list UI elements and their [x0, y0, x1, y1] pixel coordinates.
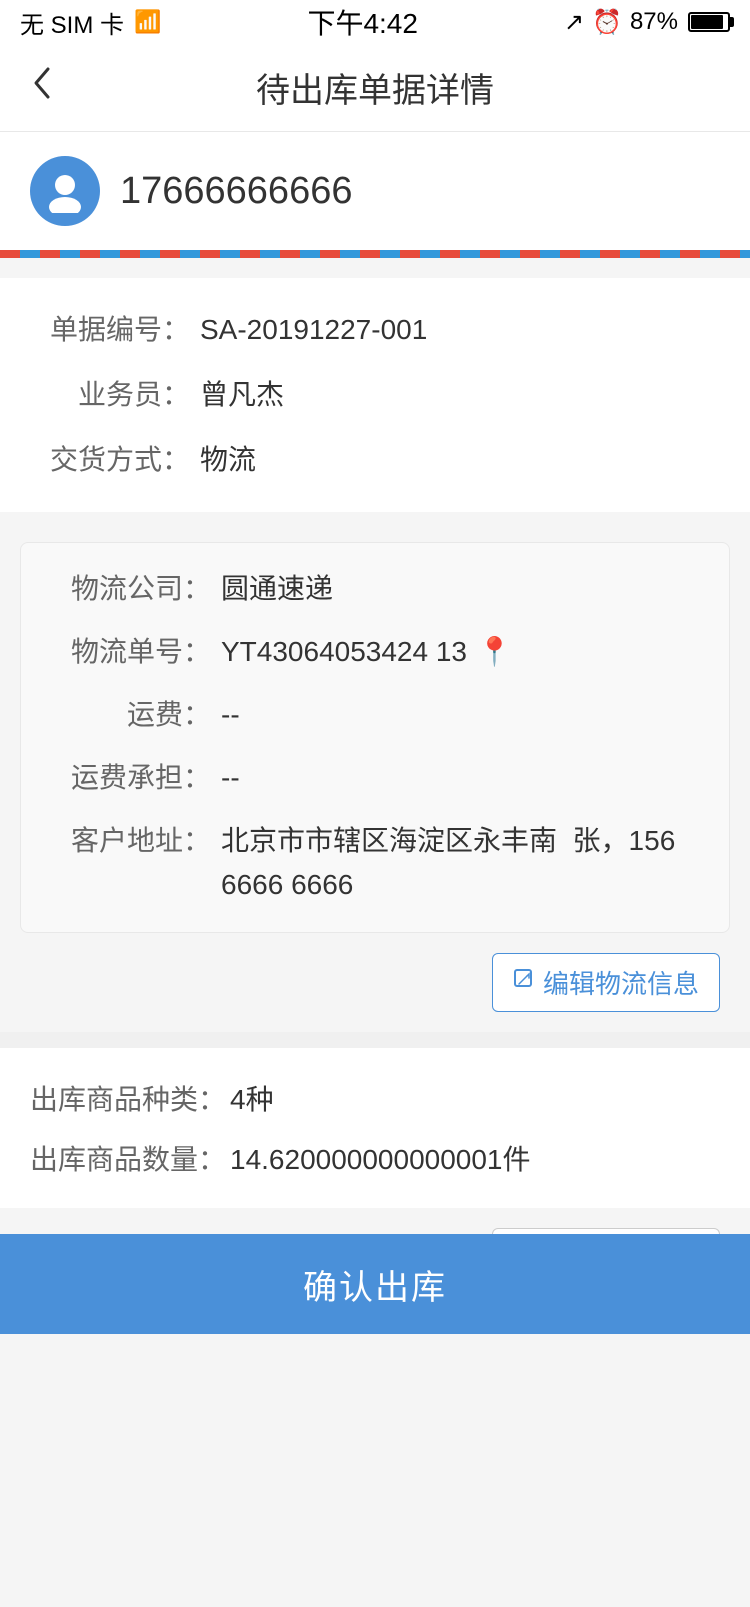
- status-right: ↗ ⏰ 87%: [564, 8, 730, 37]
- logistics-freight-bearer-value: --: [221, 756, 699, 801]
- goods-quantity-value: 14.620000000000001件: [230, 1138, 531, 1178]
- dashed-divider: [0, 250, 750, 258]
- logistics-tracking-value: YT43064053424 13 📍: [221, 630, 699, 675]
- edit-btn-row: 编辑物流信息: [0, 953, 750, 1032]
- goods-types-label: 出库商品种类：: [30, 1078, 230, 1118]
- logistics-freight-bearer-label: 运费承担：: [51, 756, 211, 801]
- status-time: 下午4:42: [307, 2, 418, 42]
- tracking-location-icon[interactable]: 📍: [477, 630, 512, 675]
- logistics-tracking-row: 物流单号： YT43064053424 13 📍: [51, 630, 699, 675]
- status-left: 无 SIM 卡 📶: [20, 5, 161, 40]
- battery-bar: [688, 12, 730, 32]
- logistics-company-value: 圆通速递: [221, 567, 699, 612]
- logistics-address-row: 客户地址： 北京市市辖区海淀区永丰南 张，156 6666 6666: [51, 819, 699, 909]
- status-bar: 无 SIM 卡 📶 下午4:42 ↗ ⏰ 87%: [0, 0, 750, 44]
- bottom-spacer: [0, 1307, 750, 1507]
- location-icon: ↗: [564, 8, 584, 37]
- page-title: 待出库单据详情: [256, 63, 494, 112]
- confirm-outbound-button[interactable]: 确认出库: [0, 1234, 750, 1334]
- sales-person-label: 业务员：: [30, 373, 190, 418]
- logistics-company-row: 物流公司： 圆通速递: [51, 567, 699, 612]
- alarm-icon: ⏰: [592, 8, 622, 37]
- battery-fill: [691, 15, 723, 29]
- logistics-company-label: 物流公司：: [51, 567, 211, 612]
- logistics-address-label: 客户地址：: [51, 819, 211, 864]
- logistics-address-value: 北京市市辖区海淀区永丰南 张，156 6666 6666: [221, 819, 699, 909]
- doc-number-row: 单据编号： SA-20191227-001: [30, 308, 720, 353]
- logistics-tracking-label: 物流单号：: [51, 630, 211, 675]
- logistics-freight-value: --: [221, 693, 699, 738]
- battery-percent: 87%: [630, 8, 678, 36]
- logistics-freight-row: 运费： --: [51, 693, 699, 738]
- user-header: 17666666666: [0, 132, 750, 250]
- edit-icon: [513, 968, 535, 997]
- basic-info-section: 单据编号： SA-20191227-001 业务员： 曾凡杰 交货方式： 物流: [0, 278, 750, 512]
- doc-number-value: SA-20191227-001: [200, 308, 720, 353]
- doc-number-label: 单据编号：: [30, 308, 190, 353]
- goods-types-value: 4种: [230, 1078, 274, 1118]
- sales-person-row: 业务员： 曾凡杰: [30, 373, 720, 418]
- goods-types-row: 出库商品种类： 4种: [30, 1078, 720, 1118]
- goods-section: 出库商品种类： 4种 出库商品数量： 14.620000000000001件: [0, 1048, 750, 1208]
- carrier-text: 无 SIM 卡: [20, 5, 124, 40]
- nav-bar: 待出库单据详情: [0, 44, 750, 132]
- delivery-method-label: 交货方式：: [30, 438, 190, 483]
- goods-quantity-label: 出库商品数量：: [30, 1138, 230, 1178]
- user-phone: 17666666666: [120, 170, 352, 213]
- logistics-freight-bearer-row: 运费承担： --: [51, 756, 699, 801]
- sales-person-value: 曾凡杰: [200, 373, 720, 418]
- edit-btn-label: 编辑物流信息: [543, 964, 699, 1001]
- delivery-method-value: 物流: [200, 438, 720, 483]
- section-divider: [0, 1032, 750, 1048]
- logistics-card: 物流公司： 圆通速递 物流单号： YT43064053424 13 📍 运费： …: [20, 542, 730, 933]
- back-button[interactable]: [30, 65, 54, 110]
- delivery-method-row: 交货方式： 物流: [30, 438, 720, 483]
- edit-logistics-button[interactable]: 编辑物流信息: [492, 953, 720, 1012]
- logistics-freight-label: 运费：: [51, 693, 211, 738]
- wifi-icon: 📶: [134, 9, 161, 35]
- confirm-btn-wrapper: 确认出库: [0, 1234, 750, 1334]
- avatar: [30, 156, 100, 226]
- goods-quantity-row: 出库商品数量： 14.620000000000001件: [30, 1138, 720, 1178]
